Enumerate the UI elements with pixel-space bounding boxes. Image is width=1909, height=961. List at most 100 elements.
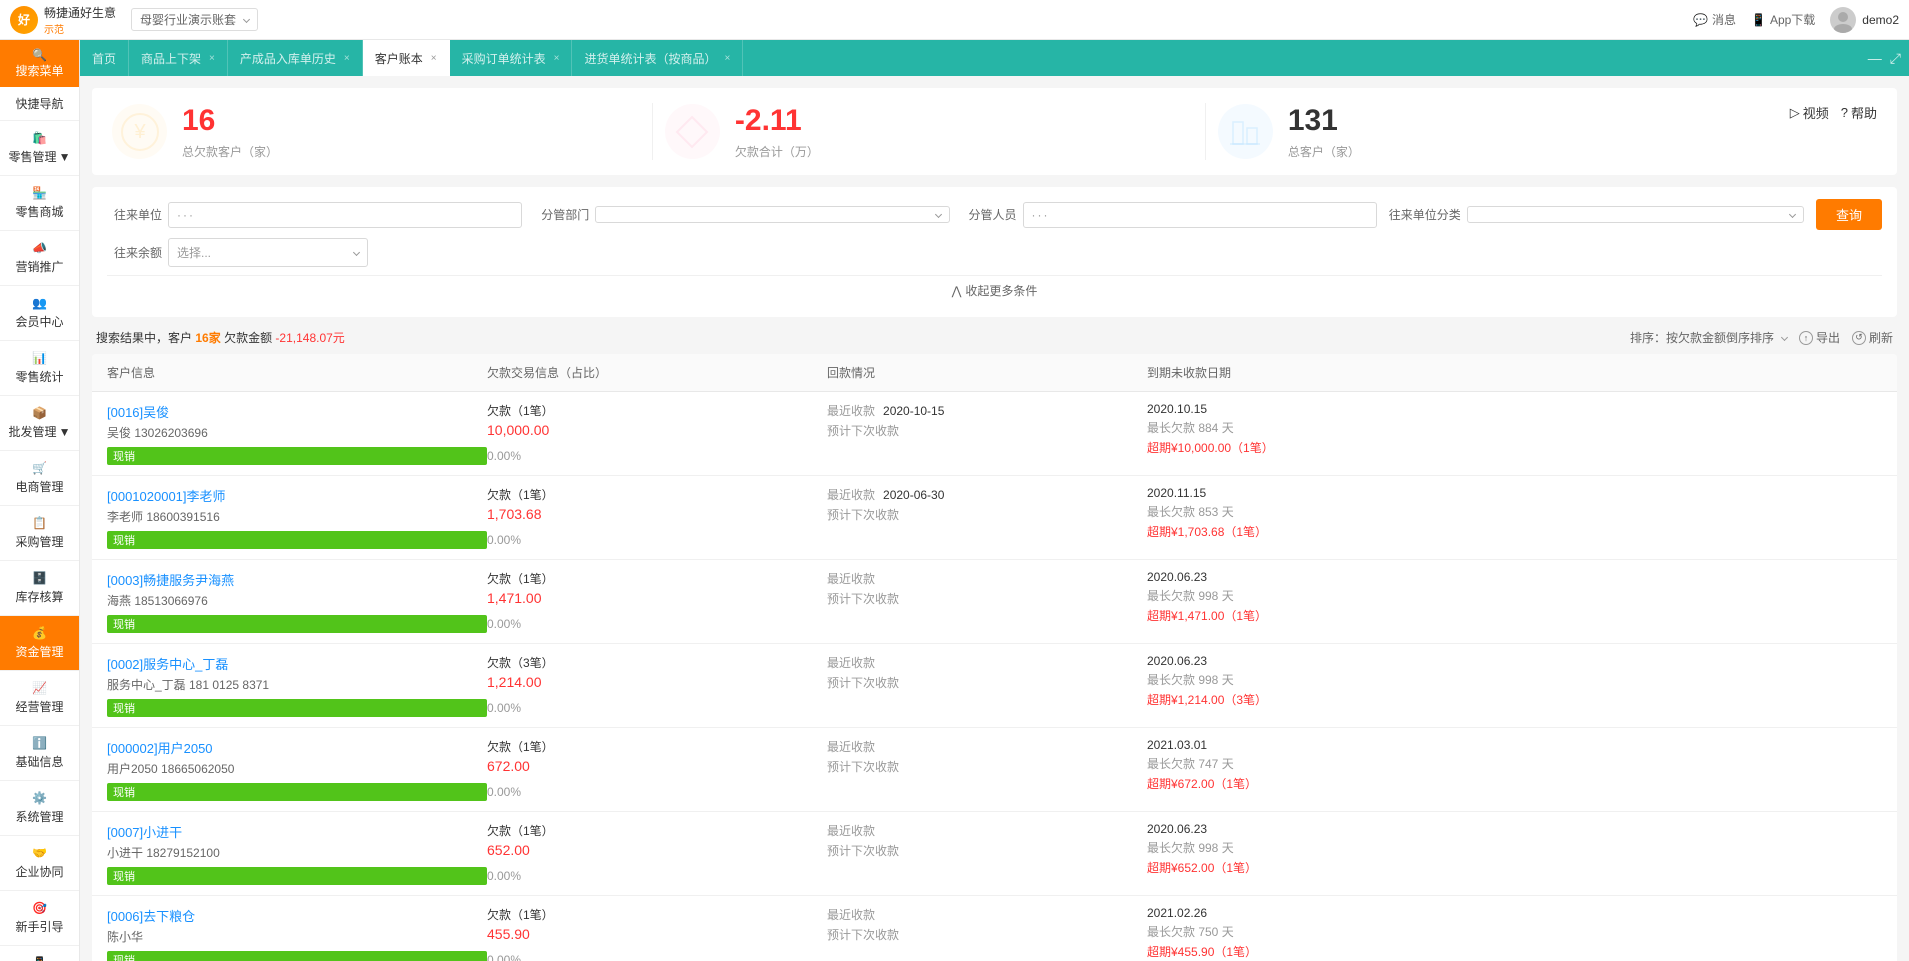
store-selector[interactable]: 母婴行业演示账套: [131, 8, 258, 31]
balance-label: 往来余额: [107, 244, 162, 261]
sidebar-item-purchase-mgmt[interactable]: 📋 采购管理: [0, 506, 79, 561]
overdue-link-3[interactable]: 超期¥1,214.00（3笔）: [1147, 691, 1882, 708]
stat-icon-money: ¥: [112, 104, 167, 159]
source-unit-input[interactable]: ···: [168, 202, 522, 228]
app-download-btn[interactable]: 📱 App下载: [1751, 11, 1815, 28]
due-info-4: 2021.03.01 最长欠款 747 天 超期¥672.00（1笔）: [1147, 738, 1882, 801]
balance-placeholder: 选择...: [177, 244, 211, 261]
message-icon: 💬: [1693, 13, 1708, 27]
customer-tag-5: 现销: [107, 867, 487, 885]
sidebar-item-icon: ⚙️: [32, 791, 47, 805]
overdue-link-0[interactable]: 超期¥10,000.00（1笔）: [1147, 439, 1882, 456]
overdue-link-1[interactable]: 超期¥1,703.68（1笔）: [1147, 523, 1882, 540]
sidebar-item-icon: 📱: [32, 956, 47, 961]
customer-tag-1: 现销: [107, 531, 487, 549]
sidebar-item-finance[interactable]: 💰 资金管理: [0, 616, 79, 671]
sidebar-item-ecommerce[interactable]: 🛒 电商管理: [0, 451, 79, 506]
overdue-link-4[interactable]: 超期¥672.00（1笔）: [1147, 775, 1882, 792]
sidebar-item-operations[interactable]: 📈 经营管理: [0, 671, 79, 726]
repay-label-6: 最近收款: [827, 906, 875, 923]
debt-percent-4: 0.00%: [487, 785, 827, 799]
tab-inbound-stats[interactable]: 进货单统计表（按商品） ×: [572, 40, 743, 76]
sidebar-item-retail-store[interactable]: 🏪 零售商城: [0, 176, 79, 231]
summary-prefix: 搜索结果中，客户: [96, 331, 192, 345]
sidebar-item-icon: 👥: [32, 296, 47, 310]
customer-name-2[interactable]: [0003]畅捷服务尹海燕: [107, 570, 487, 589]
customer-name-4[interactable]: [000002]用户2050: [107, 738, 487, 757]
user-menu[interactable]: demo2: [1830, 7, 1899, 33]
tab-close-production[interactable]: ×: [344, 53, 350, 64]
due-info-3: 2020.06.23 最长欠款 998 天 超期¥1,214.00（3笔）: [1147, 654, 1882, 717]
due-date-0: 2020.10.15: [1147, 402, 1882, 416]
tabs-minimize-btn[interactable]: —: [1868, 50, 1882, 66]
tab-production-history[interactable]: 产成品入库单历史 ×: [228, 40, 363, 76]
sidebar-item-members[interactable]: 👥 会员中心: [0, 286, 79, 341]
sidebar-item-marketing[interactable]: 📣 营销推广: [0, 231, 79, 286]
sidebar-item-retail-mgmt[interactable]: 🛍️ 零售管理 ▼: [0, 121, 79, 176]
search-button[interactable]: 查询: [1816, 199, 1882, 230]
customer-name-3[interactable]: [0002]服务中心_丁磊: [107, 654, 487, 673]
due-info-2: 2020.06.23 最长欠款 998 天 超期¥1,471.00（1笔）: [1147, 570, 1882, 633]
customer-tag-3: 现销: [107, 699, 487, 717]
customer-info-1: [0001020001]李老师 李老师 18600391516 现销: [107, 486, 487, 549]
collapse-btn[interactable]: ⋀ 收起更多条件: [107, 275, 1882, 305]
due-days-1: 最长欠款 853 天: [1147, 503, 1882, 520]
customer-name-1[interactable]: [0001020001]李老师: [107, 486, 487, 505]
sidebar-item-basic-info[interactable]: ℹ️ 基础信息: [0, 726, 79, 781]
customer-contact-0: 吴俊 13026203696: [107, 424, 487, 441]
quick-nav-btn[interactable]: 快捷导航: [0, 87, 79, 121]
export-btn[interactable]: ↑ 导出: [1799, 329, 1840, 346]
tab-product-listing[interactable]: 商品上下架 ×: [129, 40, 228, 76]
message-btn[interactable]: 💬 消息: [1693, 11, 1736, 28]
overdue-link-5[interactable]: 超期¥652.00（1笔）: [1147, 859, 1882, 876]
sidebar-item-icon: 📣: [32, 241, 47, 255]
due-info-6: 2021.02.26 最长欠款 750 天 超期¥455.90（1笔）: [1147, 906, 1882, 961]
sidebar-item-app-center[interactable]: 📱 应用中心: [0, 946, 79, 961]
person-input[interactable]: ···: [1023, 202, 1377, 228]
customer-name-5[interactable]: [0007]小进干: [107, 822, 487, 841]
refresh-btn[interactable]: ↺ 刷新: [1852, 329, 1893, 346]
tab-purchase-stats[interactable]: 采购订单统计表 ×: [450, 40, 573, 76]
sidebar-item-retail-stats[interactable]: 📊 零售统计: [0, 341, 79, 396]
tabs-maximize-btn[interactable]: ⤢: [1890, 50, 1901, 67]
customer-tag-4: 现销: [107, 783, 487, 801]
message-label: 消息: [1712, 11, 1736, 28]
debt-count-5: 欠款（1笔）: [487, 822, 827, 839]
balance-select[interactable]: 选择...: [168, 238, 368, 267]
table-row: [000002]用户2050 用户2050 18665062050 现销 欠款（…: [92, 728, 1897, 812]
sidebar-item-inventory[interactable]: 🗄️ 库存核算: [0, 561, 79, 616]
debt-amount-2: 1,471.00: [487, 590, 827, 606]
unit-class-select[interactable]: [1467, 206, 1804, 223]
search-icon: 🔍: [5, 48, 74, 62]
due-info-5: 2020.06.23 最长欠款 998 天 超期¥652.00（1笔）: [1147, 822, 1882, 885]
sort-selector[interactable]: 排序：按欠款金额倒序排序: [1630, 329, 1787, 346]
view-video-btn[interactable]: ▷ 视频: [1790, 103, 1829, 122]
sidebar-item-icon: 🤝: [32, 846, 47, 860]
customer-contact-2: 海燕 18513066976: [107, 592, 487, 609]
sidebar-item-wholesale-mgmt[interactable]: 📦 批发管理 ▼: [0, 396, 79, 451]
customer-contact-6: 陈小华: [107, 928, 487, 945]
tab-customer-account[interactable]: 客户账本 ×: [363, 40, 450, 76]
overdue-link-2[interactable]: 超期¥1,471.00（1笔）: [1147, 607, 1882, 624]
dept-select[interactable]: [595, 206, 949, 223]
customer-name-6[interactable]: [0006]去下粮仓: [107, 906, 487, 925]
tab-close-inbound[interactable]: ×: [724, 53, 730, 64]
sidebar-item-guide[interactable]: 🎯 新手引导: [0, 891, 79, 946]
due-days-5: 最长欠款 998 天: [1147, 839, 1882, 856]
sidebar-item-system[interactable]: ⚙️ 系统管理: [0, 781, 79, 836]
main-layout: 🔍 搜索菜单 快捷导航 🛍️ 零售管理 ▼ 🏪 零售商城 📣 营销推广: [0, 40, 1909, 961]
tab-home[interactable]: 首页: [80, 40, 129, 76]
search-menu-label: 搜索菜单: [15, 64, 63, 78]
repay-next-6: 预计下次收款: [827, 926, 1147, 943]
tab-close-purchase[interactable]: ×: [554, 53, 560, 64]
tab-close-product-listing[interactable]: ×: [209, 53, 215, 64]
customer-name-0[interactable]: [0016]吴俊: [107, 402, 487, 421]
avatar: [1830, 7, 1856, 33]
help-btn[interactable]: ? 帮助: [1841, 103, 1877, 122]
search-menu-btn[interactable]: 🔍 搜索菜单: [0, 40, 79, 87]
sidebar-item-enterprise[interactable]: 🤝 企业协同: [0, 836, 79, 891]
tab-close-customer[interactable]: ×: [431, 53, 437, 64]
debt-percent-1: 0.00%: [487, 533, 827, 547]
store-toggle[interactable]: 示范: [44, 21, 116, 36]
overdue-link-6[interactable]: 超期¥455.90（1笔）: [1147, 943, 1882, 960]
